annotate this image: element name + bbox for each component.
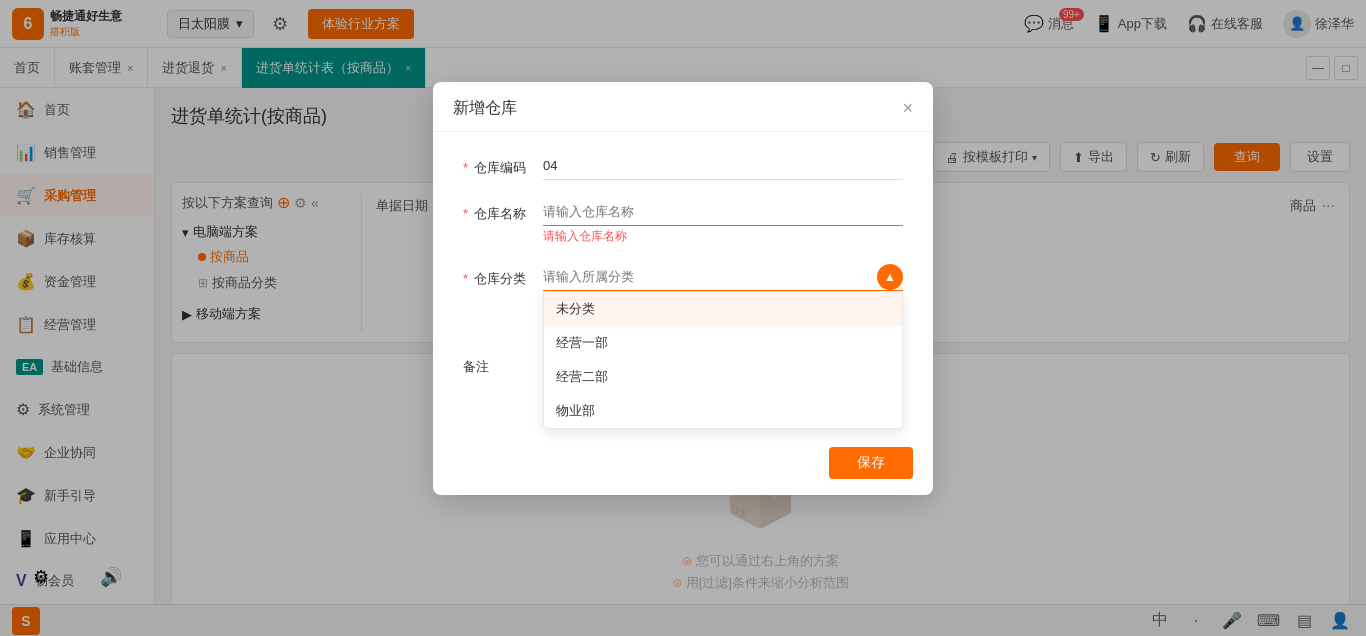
category-input-wrap: ▲ 未分类 经营一部 经营二部 物业部 bbox=[543, 263, 903, 291]
save-button[interactable]: 保存 bbox=[829, 447, 913, 479]
dropdown-item-dept1[interactable]: 经营一部 bbox=[544, 326, 902, 360]
form-row-name: * 仓库名称 请输入仓库名称 bbox=[463, 198, 903, 245]
name-error-msg: 请输入仓库名称 bbox=[543, 228, 903, 245]
name-input[interactable] bbox=[543, 198, 903, 226]
category-dropdown: 未分类 经营一部 经营二部 物业部 bbox=[543, 291, 903, 429]
category-label: * 仓库分类 bbox=[463, 263, 543, 288]
code-input-wrap bbox=[543, 152, 903, 180]
name-input-wrap: 请输入仓库名称 bbox=[543, 198, 903, 245]
code-label: * 仓库编码 bbox=[463, 152, 543, 177]
code-input[interactable] bbox=[543, 152, 903, 180]
form-row-category: * 仓库分类 ▲ 未分类 经营一部 经营二部 物业部 bbox=[463, 263, 903, 291]
modal-body: * 仓库编码 * 仓库名称 请输入仓库名称 bbox=[433, 132, 933, 435]
modal-title: 新增仓库 bbox=[453, 98, 517, 119]
category-arrow-icon[interactable]: ▲ bbox=[877, 264, 903, 290]
name-label: * 仓库名称 bbox=[463, 198, 543, 223]
dropdown-item-property[interactable]: 物业部 bbox=[544, 394, 902, 428]
modal-footer: 保存 bbox=[433, 435, 933, 495]
category-input[interactable] bbox=[543, 263, 903, 291]
note-label: 备注 bbox=[463, 351, 543, 376]
modal-dialog: 新增仓库 × * 仓库编码 * 仓库名称 bbox=[433, 82, 933, 495]
modal-backdrop[interactable]: 新增仓库 × * 仓库编码 * 仓库名称 bbox=[0, 0, 1366, 636]
dropdown-item-dept2[interactable]: 经营二部 bbox=[544, 360, 902, 394]
modal-close-button[interactable]: × bbox=[902, 99, 913, 117]
modal-header: 新增仓库 × bbox=[433, 82, 933, 132]
form-row-code: * 仓库编码 bbox=[463, 152, 903, 180]
dropdown-item-uncategorized[interactable]: 未分类 bbox=[544, 292, 902, 326]
